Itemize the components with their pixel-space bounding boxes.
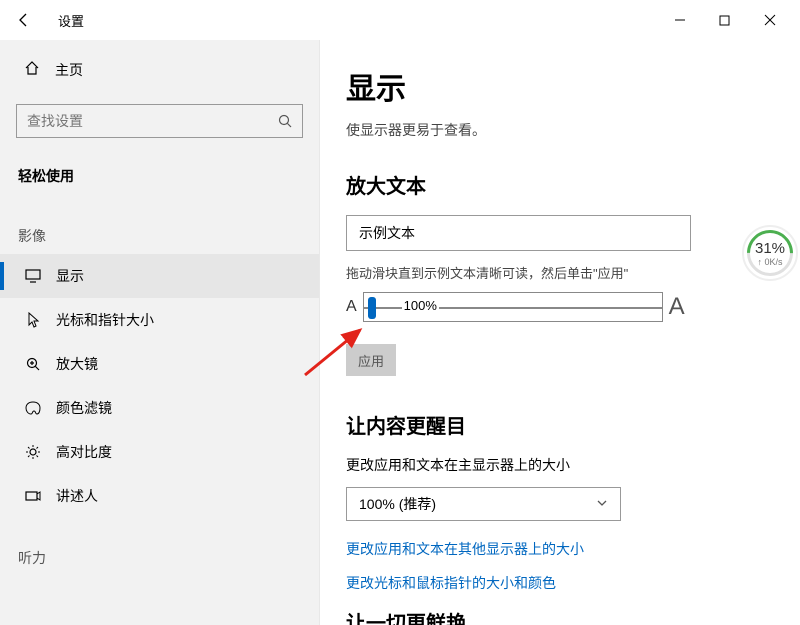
nav-item-display[interactable]: 显示 bbox=[0, 254, 319, 298]
nav-label: 显示 bbox=[56, 266, 84, 286]
close-button[interactable] bbox=[747, 4, 792, 36]
nav-item-contrast[interactable]: 高对比度 bbox=[0, 430, 319, 474]
nav-label: 颜色滤镜 bbox=[56, 398, 112, 418]
home-label: 主页 bbox=[55, 60, 83, 80]
link-cursor-settings[interactable]: 更改光标和鼠标指针的大小和颜色 bbox=[346, 573, 800, 593]
nav-heading-hearing: 听力 bbox=[0, 518, 319, 576]
apply-button[interactable]: 应用 bbox=[346, 344, 396, 376]
scale-select-value: 100% (推荐) bbox=[359, 494, 436, 514]
minimize-button[interactable] bbox=[657, 4, 702, 36]
text-size-slider[interactable]: 100% bbox=[363, 292, 663, 322]
maximize-button[interactable] bbox=[702, 4, 747, 36]
nav-heading-visual: 影像 bbox=[0, 196, 319, 254]
nav-label: 高对比度 bbox=[56, 442, 112, 462]
narrator-icon bbox=[24, 487, 42, 505]
sample-text: 示例文本 bbox=[359, 223, 415, 243]
slider-value: 100% bbox=[402, 298, 439, 313]
chevron-down-icon bbox=[596, 496, 608, 512]
search-input-wrapper[interactable] bbox=[16, 104, 303, 138]
monitor-icon bbox=[24, 267, 42, 285]
nav-label: 放大镜 bbox=[56, 354, 98, 374]
home-icon bbox=[24, 60, 40, 81]
magnifier-icon bbox=[24, 355, 42, 373]
page-title: 显示 bbox=[346, 64, 800, 108]
search-input[interactable] bbox=[27, 113, 278, 129]
widget-speed: ↑ 0K/s bbox=[757, 257, 782, 267]
content-pane: 显示 使显示器更易于查看。 放大文本 示例文本 拖动滑块直到示例文本清晰可读，然… bbox=[320, 40, 800, 625]
app-title: 设置 bbox=[58, 11, 84, 30]
search-icon bbox=[278, 114, 292, 128]
vivid-heading: 让一切更鲜艳 bbox=[346, 607, 800, 625]
nav-item-color-filter[interactable]: 颜色滤镜 bbox=[0, 386, 319, 430]
palette-icon bbox=[24, 399, 42, 417]
nav-item-narrator[interactable]: 讲述人 bbox=[0, 474, 319, 518]
nav-item-magnifier[interactable]: 放大镜 bbox=[0, 342, 319, 386]
slider-thumb[interactable] bbox=[368, 297, 376, 319]
scale-select[interactable]: 100% (推荐) bbox=[346, 487, 621, 521]
performance-widget[interactable]: 31% ↑ 0K/s bbox=[742, 225, 798, 281]
big-a-label: A bbox=[669, 293, 685, 321]
scale-description: 更改应用和文本在主显示器上的大小 bbox=[346, 455, 800, 475]
nav-label: 光标和指针大小 bbox=[56, 310, 154, 330]
back-button[interactable] bbox=[8, 4, 40, 36]
slider-hint: 拖动滑块直到示例文本清晰可读，然后单击"应用" bbox=[346, 263, 800, 282]
category-title: 轻松使用 bbox=[0, 138, 319, 196]
sidebar: 主页 轻松使用 影像 显示 光标和指针大小 放大镜 bbox=[0, 40, 320, 625]
nav-label: 讲述人 bbox=[56, 486, 98, 506]
widget-percent: 31% bbox=[755, 240, 785, 257]
small-a-label: A bbox=[346, 298, 357, 316]
brightness-icon bbox=[24, 443, 42, 461]
link-other-displays[interactable]: 更改应用和文本在其他显示器上的大小 bbox=[346, 539, 800, 559]
nav-item-cursor[interactable]: 光标和指针大小 bbox=[0, 298, 319, 342]
enlarge-text-heading: 放大文本 bbox=[346, 170, 800, 199]
page-subtitle: 使显示器更易于查看。 bbox=[346, 120, 800, 140]
home-nav[interactable]: 主页 bbox=[0, 50, 319, 90]
make-bigger-heading: 让内容更醒目 bbox=[346, 410, 800, 439]
cursor-icon bbox=[24, 311, 42, 329]
sample-text-box: 示例文本 bbox=[346, 215, 691, 251]
